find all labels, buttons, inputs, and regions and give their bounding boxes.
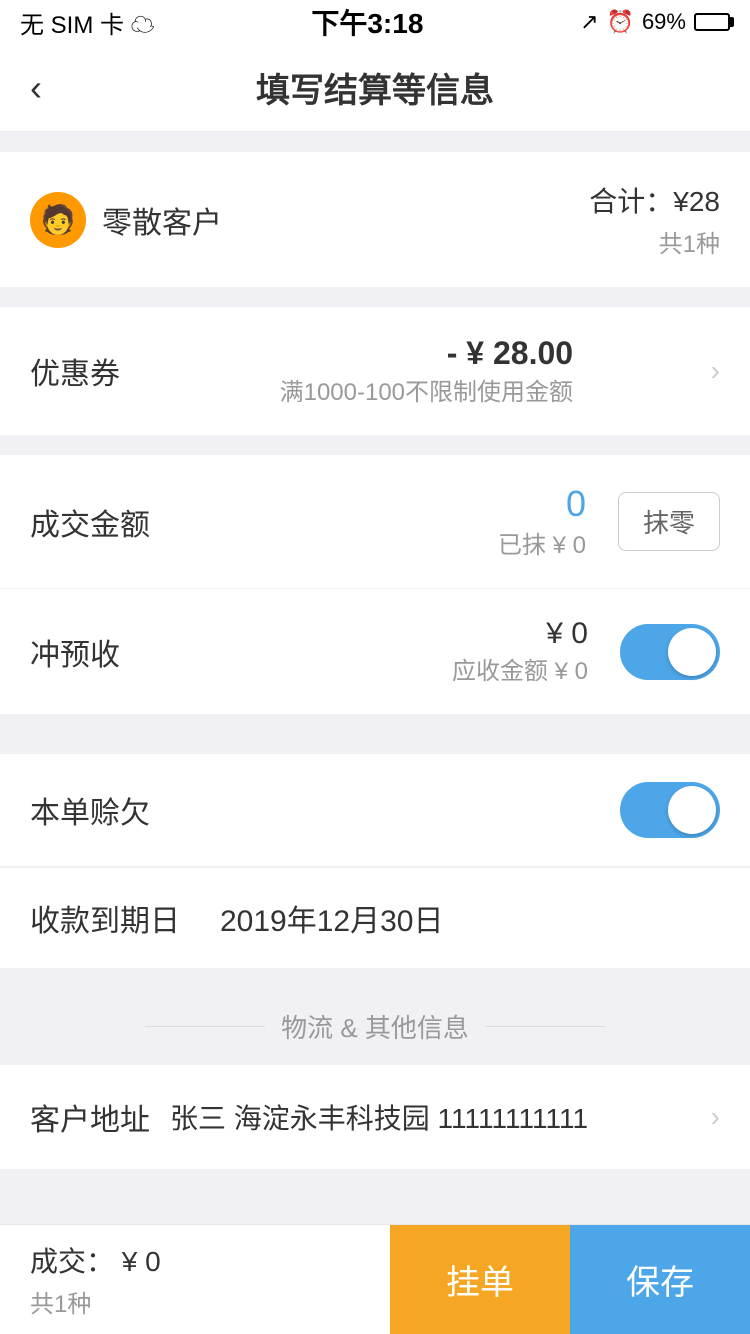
bottom-info: 成交： ¥ 0 共1种 xyxy=(0,1240,390,1319)
alarm-icon: ⏰ xyxy=(607,9,634,35)
coupon-value: - ¥ 28.00 xyxy=(447,335,573,372)
coupon-row[interactable]: 优惠券 - ¥ 28.00 满1000-100不限制使用金额 › xyxy=(0,307,750,435)
credit-label: 本单赊欠 xyxy=(30,788,150,832)
customer-name: 零散客户 xyxy=(102,198,222,242)
divider-1 xyxy=(0,287,750,307)
credit-toggle[interactable] xyxy=(620,782,720,838)
prepaid-amount: ¥ 0 xyxy=(452,617,588,651)
address-label: 客户地址 xyxy=(30,1095,150,1139)
status-right: ↗ ⏰ 69% xyxy=(580,9,730,35)
credit-row: 本单赊欠 xyxy=(0,754,750,867)
due-date-value: 2019年12月30日 xyxy=(220,896,443,940)
page-title: 填写结算等信息 xyxy=(256,63,494,112)
transaction-right: 0 已抹 ¥ 0 抹零 xyxy=(150,483,720,560)
prepaid-toggle[interactable] xyxy=(620,624,720,680)
customer-totals: 合计：¥28 共1种 xyxy=(589,180,720,259)
logistics-label: 物流 & 其他信息 xyxy=(281,1008,469,1045)
credit-section: 本单赊欠 收款到期日 2019年12月30日 xyxy=(0,754,750,968)
content-area: 🧑 零散客户 合计：¥28 共1种 优惠券 - ¥ 28.00 满1000-10… xyxy=(0,152,750,1289)
address-value: 张三 海淀永丰科技园 11111111111 xyxy=(170,1097,703,1137)
status-bar: 无 SIM 卡 ☁ 下午3:18 ↗ ⏰ 69% xyxy=(0,0,750,44)
amount-group: 0 已抹 ¥ 0 xyxy=(498,483,586,560)
customer-total: 合计：¥28 xyxy=(589,180,720,220)
toggle-knob xyxy=(668,628,716,676)
address-chevron-icon: › xyxy=(711,1101,720,1133)
save-button[interactable]: 保存 xyxy=(570,1225,750,1334)
round-button[interactable]: 抹零 xyxy=(618,492,720,551)
coupon-right: - ¥ 28.00 满1000-100不限制使用金额 xyxy=(280,335,573,407)
status-left: 无 SIM 卡 ☁ xyxy=(20,5,155,40)
nav-bar: ‹ 填写结算等信息 xyxy=(0,44,750,132)
customer-count: 共1种 xyxy=(589,224,720,259)
status-time: 下午3:18 xyxy=(311,2,423,42)
battery-icon xyxy=(694,13,730,31)
bottom-bar: 成交： ¥ 0 共1种 挂单 保存 xyxy=(0,1224,750,1334)
chevron-right-icon: › xyxy=(711,355,720,387)
transaction-sub: 已抹 ¥ 0 xyxy=(498,525,586,560)
deal-label: 成交： xyxy=(30,1246,114,1277)
credit-right xyxy=(150,782,720,838)
transaction-section: 成交金额 0 已抹 ¥ 0 抹零 冲预收 ¥ 0 应收金额 ¥ 0 xyxy=(0,455,750,714)
coupon-sub: 满1000-100不限制使用金额 xyxy=(280,372,573,407)
prepaid-sub: 应收金额 ¥ 0 xyxy=(452,651,588,686)
coupon-section: 优惠券 - ¥ 28.00 满1000-100不限制使用金额 › xyxy=(0,307,750,435)
back-button[interactable]: ‹ xyxy=(30,57,52,119)
bottom-deal: 成交： ¥ 0 xyxy=(30,1240,360,1280)
battery-percent: 69% xyxy=(642,9,686,35)
hold-button[interactable]: 挂单 xyxy=(390,1225,570,1334)
transaction-label: 成交金额 xyxy=(30,500,150,544)
sim-status: 无 SIM 卡 ☁ xyxy=(20,5,155,40)
prepaid-right: ¥ 0 应收金额 ¥ 0 xyxy=(150,617,720,686)
coupon-label: 优惠券 xyxy=(30,349,150,393)
logistics-header: 物流 & 其他信息 xyxy=(0,988,750,1065)
address-row[interactable]: 客户地址 张三 海淀永丰科技园 11111111111 › xyxy=(0,1065,750,1169)
avatar-icon: 🧑 xyxy=(41,203,76,236)
transaction-amount[interactable]: 0 xyxy=(566,483,586,524)
divider-2 xyxy=(0,435,750,455)
due-date-row: 收款到期日 2019年12月30日 xyxy=(0,867,750,968)
prepaid-label: 冲预收 xyxy=(30,630,150,674)
address-section[interactable]: 客户地址 张三 海淀永丰科技园 11111111111 › xyxy=(0,1065,750,1169)
credit-toggle-knob xyxy=(668,786,716,834)
bottom-count: 共1种 xyxy=(30,1284,360,1319)
customer-section: 🧑 零散客户 合计：¥28 共1种 xyxy=(0,152,750,287)
customer-left: 🧑 零散客户 xyxy=(30,192,222,248)
divider-3 xyxy=(0,714,750,734)
avatar: 🧑 xyxy=(30,192,86,248)
location-icon: ↗ xyxy=(580,9,598,35)
logistics-section: 物流 & 其他信息 xyxy=(0,988,750,1065)
prepaid-row: 冲预收 ¥ 0 应收金额 ¥ 0 xyxy=(0,589,750,714)
deal-amount: ¥ 0 xyxy=(122,1246,161,1277)
prepaid-amounts: ¥ 0 应收金额 ¥ 0 xyxy=(452,617,588,686)
transaction-row: 成交金额 0 已抹 ¥ 0 抹零 xyxy=(0,455,750,589)
due-date-label: 收款到期日 xyxy=(30,896,180,940)
